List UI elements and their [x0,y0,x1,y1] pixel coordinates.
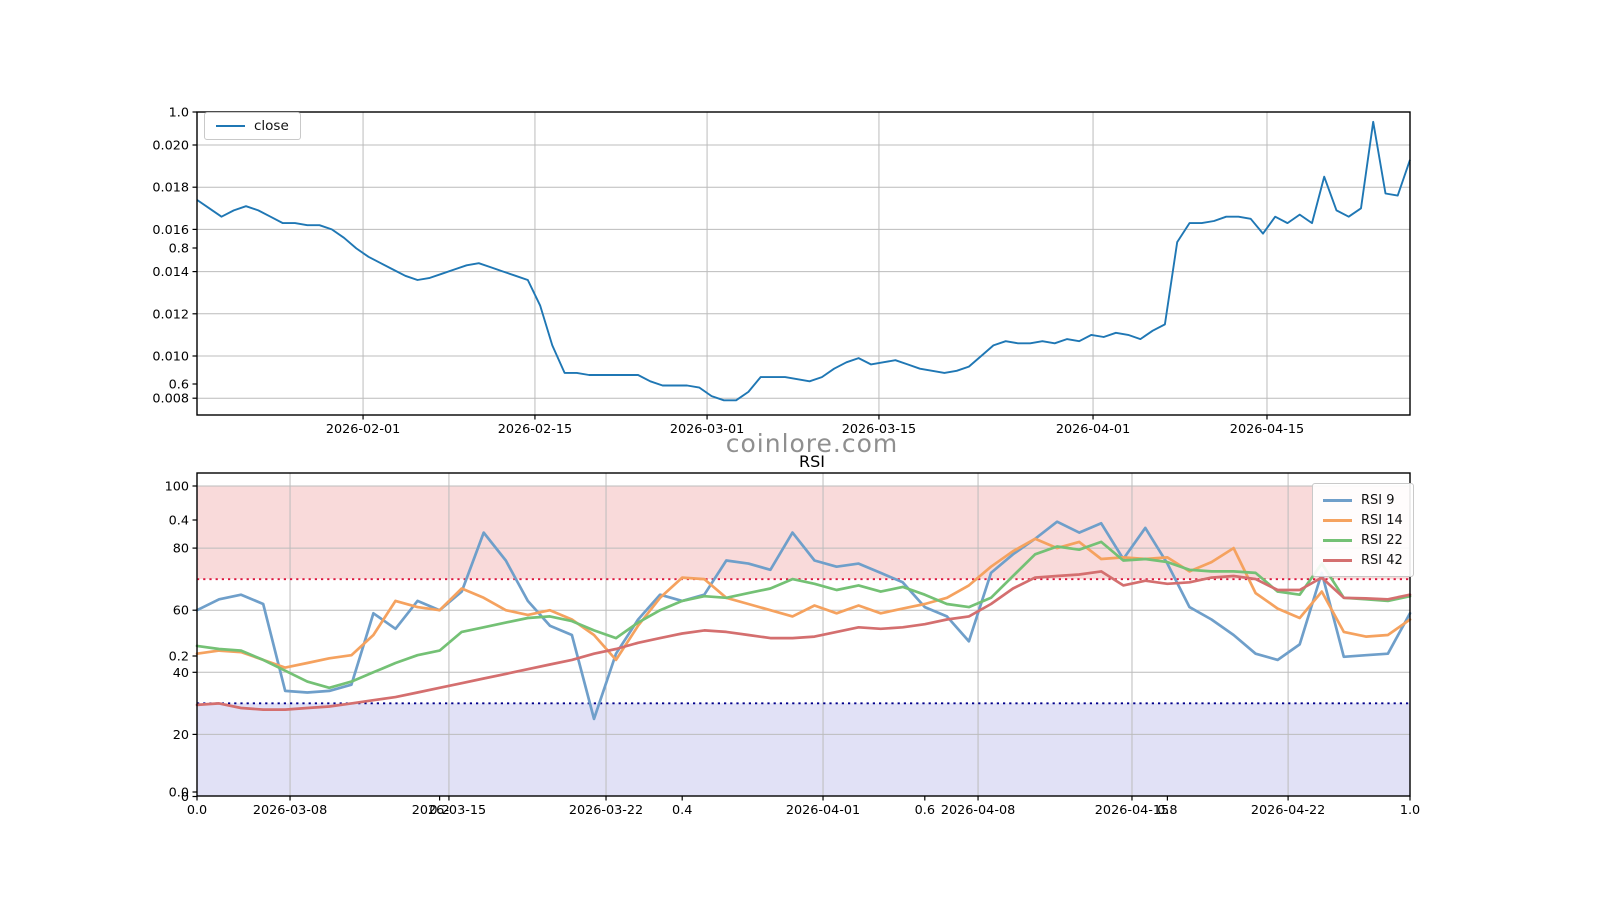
x-tick-label: 2026-03-22 [569,803,643,818]
overlay-x-tick-label: 0.8 [1157,803,1177,818]
oversold-band [197,703,1410,797]
overlay-x-tick-label: 0.0 [187,803,207,818]
y-tick-label: 0.014 [152,265,189,280]
legend-line-sample [216,124,245,128]
y-tick-label: 0.010 [152,350,189,365]
legend-line-sample [1323,558,1352,562]
x-tick-label: 2026-04-08 [941,803,1015,818]
overlay-y-tick-label: 0.6 [169,378,189,393]
y-tick-label: 0.020 [152,139,189,154]
overlay-x-tick-label: 0.4 [672,803,692,818]
x-tick-label: 2026-03-08 [253,803,327,818]
overbought-band [197,486,1410,580]
overlay-y-tick-label: 0.2 [169,650,189,665]
overlay-y-tick-label: 0.4 [169,514,189,529]
legend-label: RSI 14 [1361,512,1403,528]
close-line [196,120,1411,402]
rsi-legend: RSI 9 RSI 14 RSI 22 RSI 42 [1312,483,1414,577]
legend-entry-rsi-9: RSI 9 [1323,490,1403,510]
legend-entry-rsi-14: RSI 14 [1323,510,1403,530]
y-tick-label: 20 [173,728,189,743]
legend-entry-rsi-42: RSI 42 [1323,550,1403,570]
overlay-y-tick-label: 0.8 [169,242,189,257]
y-tick-label: 0.016 [152,223,189,238]
y-tick-label: 100 [165,480,189,495]
x-tick-label: 2026-04-22 [1251,803,1325,818]
price-axes-border [196,111,1411,416]
legend-entry-rsi-22: RSI 22 [1323,530,1403,550]
y-tick-label: 80 [173,542,189,557]
y-tick-label: 0.008 [152,392,189,407]
chart-figure: 0.020 0.018 0.016 0.014 0.012 0.010 0.008 2026-… [0,0,1600,900]
legend-line-sample [1323,518,1352,522]
legend-label: RSI 9 [1361,492,1395,508]
x-tick-label: 2026-04-01 [786,803,860,818]
overlay-x-tick-label: 1.0 [1400,803,1420,818]
legend-label: close [254,118,289,134]
legend-label: RSI 22 [1361,532,1403,548]
y-tick-label: 0.018 [152,181,189,196]
y-tick-label: 40 [173,666,189,681]
overlay-x-tick-label: 0.6 [915,803,935,818]
legend-line-sample [1323,498,1352,502]
legend-label: RSI 42 [1361,552,1403,568]
overlay-y-tick-label: 1.0 [169,106,189,121]
legend-entry-close: close [216,117,289,135]
legend-line-sample [1323,538,1352,542]
y-tick-label: 60 [173,604,189,619]
rsi-chart-title: RSI [799,452,825,471]
overlay-x-tick-label: 0.2 [429,803,449,818]
price-legend: close [204,112,301,140]
series-line-rsi42 [195,570,1412,711]
y-tick-label: 0.012 [152,307,189,322]
